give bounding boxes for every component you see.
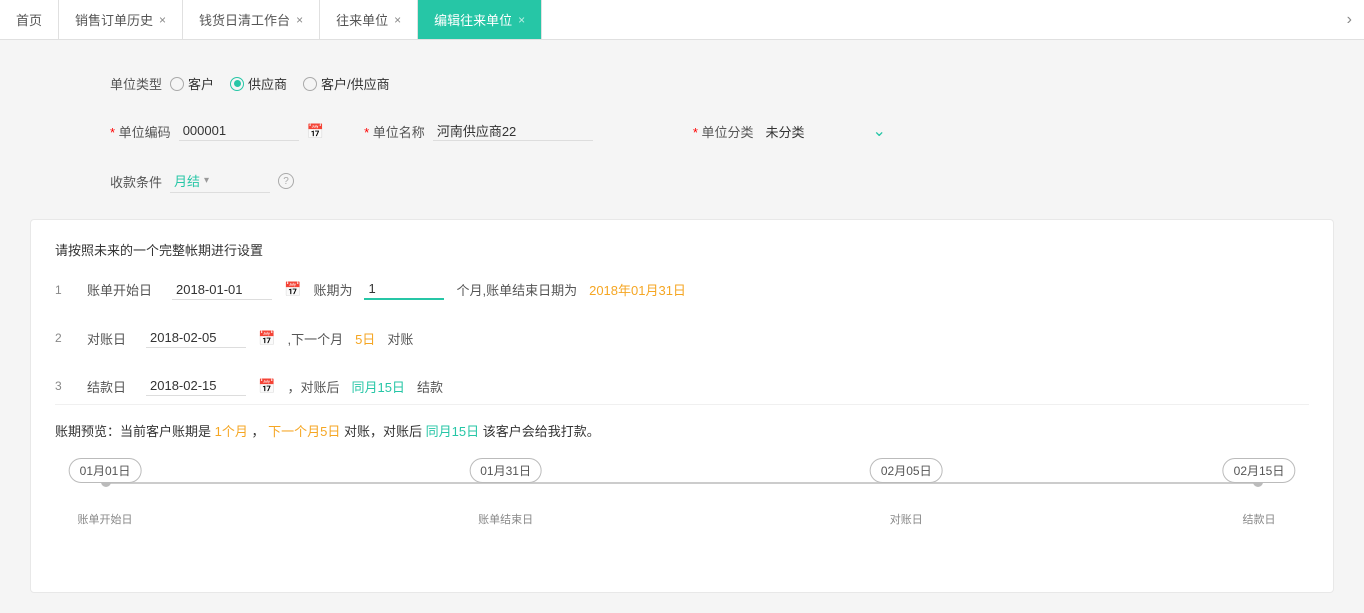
tabs-bar: 首页 销售订单历史 × 钱货日清工作台 × 往来单位 × 编辑往来单位 × › bbox=[0, 0, 1364, 40]
unit-category-group: 单位分类 未分类 ⌄ bbox=[693, 121, 886, 141]
reconcile-suffix-post: 对账 bbox=[387, 329, 413, 348]
unit-name-group: 单位名称 bbox=[364, 121, 593, 141]
payment-suffix-highlight: 同月15日 bbox=[351, 377, 404, 396]
setting-row-2: 2 对账日 📅 ,下一个月 5日 对账 bbox=[55, 328, 1309, 348]
node-3-label: 02月05日 bbox=[870, 458, 943, 483]
form-row-payment: 收款条件 月结 ▾ ? bbox=[30, 155, 1334, 207]
calendar-icon-code[interactable]: 📅 bbox=[307, 123, 324, 140]
tab-partner[interactable]: 往来单位 × bbox=[320, 0, 418, 39]
node-2-desc: 账单结束日 bbox=[478, 511, 533, 527]
radio-both[interactable]: 客户/供应商 bbox=[303, 74, 390, 93]
payment-suffix-pre: ，对账后 bbox=[287, 377, 339, 396]
card-instruction: 请按照未来的一个完整帐期进行设置 bbox=[55, 240, 1309, 259]
unit-category-label: 单位分类 bbox=[693, 122, 754, 141]
tab-cash-work[interactable]: 钱货日清工作台 × bbox=[183, 0, 320, 39]
radio-customer[interactable]: 客户 bbox=[170, 74, 214, 93]
unit-name-input[interactable] bbox=[433, 121, 593, 141]
tab-partner-close[interactable]: × bbox=[394, 13, 401, 27]
period-unit: 个月,账单结束日期为 bbox=[456, 280, 577, 299]
unit-code-label: 单位编码 bbox=[110, 122, 171, 141]
payment-terms-label: 收款条件 bbox=[110, 172, 162, 191]
timeline-node-4: 02月15日 结款日 bbox=[1223, 458, 1296, 527]
row-num-3: 3 bbox=[55, 379, 75, 393]
radio-customer-circle bbox=[170, 77, 184, 91]
setting-row-3: 3 结款日 📅 ，对账后 同月15日 结款 bbox=[55, 376, 1309, 396]
radio-supplier-circle bbox=[230, 77, 244, 91]
calendar-icon-reconcile[interactable]: 📅 bbox=[258, 330, 275, 347]
preview-part2: 下一个月5日 bbox=[268, 424, 340, 439]
tab-sales-history[interactable]: 销售订单历史 × bbox=[59, 0, 183, 39]
row-num-1: 1 bbox=[55, 283, 75, 297]
timeline-node-2: 01月31日 账单结束日 bbox=[469, 458, 542, 527]
form-row-basic: 单位编码 📅 单位名称 单位分类 未分类 ⌄ bbox=[30, 107, 1334, 155]
node-4-label: 02月15日 bbox=[1223, 458, 1296, 483]
preview-section: 账期预览：当前客户账期是 1个月 ， 下一个月5日 对账，对账后 同月15日 该… bbox=[55, 404, 1309, 452]
tab-cash-work-label: 钱货日清工作台 bbox=[199, 10, 290, 29]
period-end-date: 2018年01月31日 bbox=[589, 280, 686, 299]
payment-terms-value: 月结 bbox=[174, 171, 200, 190]
unit-type-group: 单位类型 客户 供应商 客户/供应商 bbox=[110, 74, 390, 93]
row-label-2: 对账日 bbox=[87, 329, 126, 348]
payment-suffix-post: 结款 bbox=[417, 377, 443, 396]
radio-both-circle bbox=[303, 77, 317, 91]
timeline-node-1: 01月01日 账单开始日 bbox=[69, 458, 142, 527]
calendar-icon-payment[interactable]: 📅 bbox=[258, 378, 275, 395]
unit-type-label: 单位类型 bbox=[110, 74, 162, 93]
row-label-1: 账单开始日 bbox=[87, 280, 152, 299]
tab-home-label: 首页 bbox=[16, 10, 42, 29]
payment-date-input[interactable] bbox=[146, 376, 246, 396]
tab-more-button[interactable]: › bbox=[1335, 11, 1364, 29]
unit-name-label: 单位名称 bbox=[364, 122, 425, 141]
radio-customer-label: 客户 bbox=[188, 74, 214, 93]
preview-part1: 1个月 bbox=[215, 424, 248, 439]
tab-edit-partner-close[interactable]: × bbox=[518, 13, 525, 27]
calendar-icon-start[interactable]: 📅 bbox=[284, 281, 301, 298]
reconcile-date-input[interactable] bbox=[146, 328, 246, 348]
preview-part4: 该客户会给我打款。 bbox=[483, 424, 600, 439]
node-1-desc: 账单开始日 bbox=[77, 511, 132, 527]
tab-cash-work-close[interactable]: × bbox=[296, 13, 303, 27]
chevron-down-icon-category[interactable]: ⌄ bbox=[873, 121, 886, 141]
radio-group-unit-type: 客户 供应商 客户/供应商 bbox=[170, 74, 390, 93]
chevron-down-icon-payment: ▾ bbox=[204, 175, 209, 186]
timeline-section: 01月01日 账单开始日 01月31日 账单结束日 02月05日 对账日 02月… bbox=[55, 472, 1309, 572]
tab-partner-label: 往来单位 bbox=[336, 10, 388, 29]
payment-terms-group: 收款条件 月结 ▾ ? bbox=[110, 169, 294, 193]
tab-home[interactable]: 首页 bbox=[0, 0, 59, 39]
period-input[interactable] bbox=[364, 279, 444, 300]
unit-category-value: 未分类 bbox=[766, 122, 805, 141]
payment-terms-select[interactable]: 月结 ▾ bbox=[170, 169, 270, 193]
node-4-desc: 结款日 bbox=[1242, 511, 1275, 527]
node-1-label: 01月01日 bbox=[69, 458, 142, 483]
main-content: 单位类型 客户 供应商 客户/供应商 单位编码 📅 bbox=[0, 40, 1364, 613]
node-2-label: 01月31日 bbox=[469, 458, 542, 483]
radio-supplier[interactable]: 供应商 bbox=[230, 74, 287, 93]
settings-card: 请按照未来的一个完整帐期进行设置 1 账单开始日 📅 账期为 个月,账单结束日期… bbox=[30, 219, 1334, 593]
timeline-node-3: 02月05日 对账日 bbox=[870, 458, 943, 527]
setting-row-1: 1 账单开始日 📅 账期为 个月,账单结束日期为 2018年01月31日 bbox=[55, 279, 1309, 300]
reconcile-suffix-pre: ,下一个月 bbox=[287, 329, 343, 348]
start-date-input[interactable] bbox=[172, 280, 272, 300]
form-row-unit-type: 单位类型 客户 供应商 客户/供应商 bbox=[30, 60, 1334, 107]
tab-edit-partner-label: 编辑往来单位 bbox=[434, 10, 512, 29]
row-label-3: 结款日 bbox=[87, 377, 126, 396]
tab-sales-history-close[interactable]: × bbox=[159, 13, 166, 27]
preview-part3: 同月15日 bbox=[426, 424, 479, 439]
radio-both-label: 客户/供应商 bbox=[321, 74, 390, 93]
row-num-2: 2 bbox=[55, 331, 75, 345]
radio-supplier-label: 供应商 bbox=[248, 74, 287, 93]
unit-code-input[interactable] bbox=[179, 121, 299, 141]
tab-sales-history-label: 销售订单历史 bbox=[75, 10, 153, 29]
tab-edit-partner[interactable]: 编辑往来单位 × bbox=[418, 0, 542, 39]
reconcile-suffix-highlight: 5日 bbox=[355, 329, 375, 348]
preview-part2-pre: ， bbox=[252, 424, 265, 439]
unit-code-group: 单位编码 📅 bbox=[110, 121, 324, 141]
timeline-line bbox=[105, 482, 1259, 484]
period-label: 账期为 bbox=[313, 280, 352, 299]
node-3-desc: 对账日 bbox=[890, 511, 923, 527]
preview-label: 账期预览：当前客户账期是 bbox=[55, 424, 211, 439]
help-icon-payment[interactable]: ? bbox=[278, 173, 294, 189]
preview-part3-pre: 对账，对账后 bbox=[344, 424, 422, 439]
